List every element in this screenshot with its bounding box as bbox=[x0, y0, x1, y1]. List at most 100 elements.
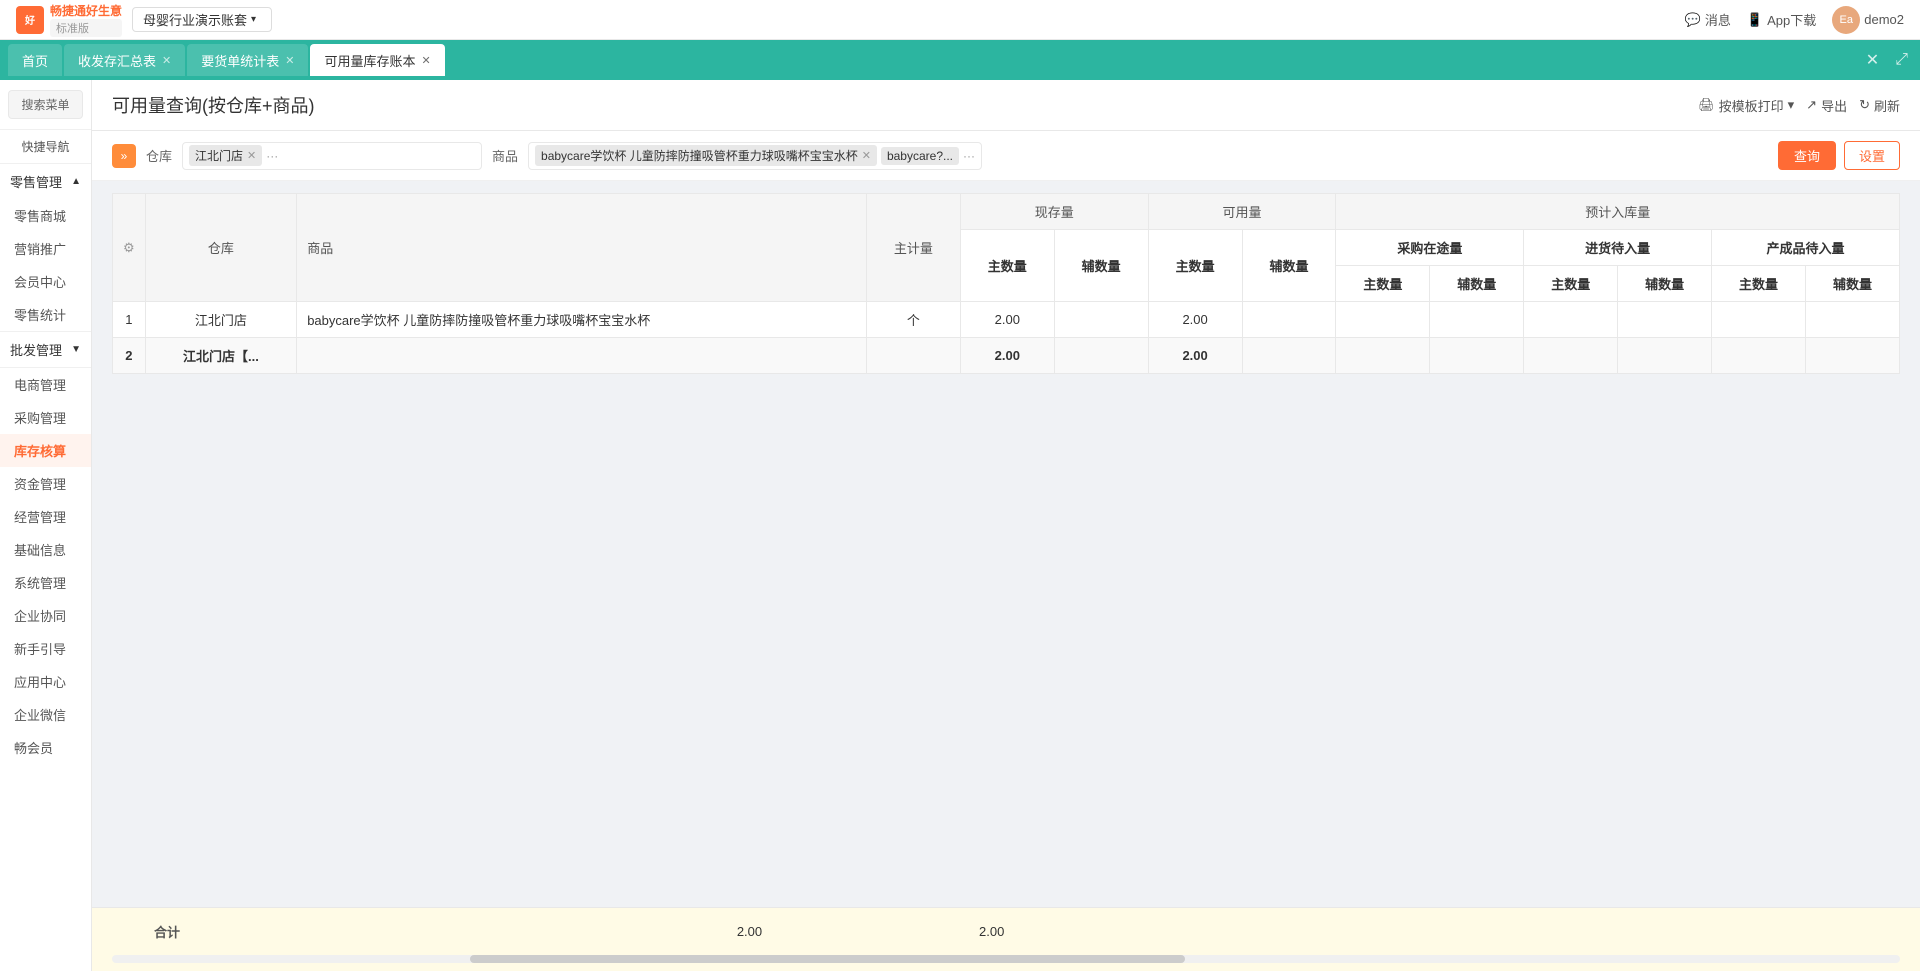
sidebar-item-zero-stats[interactable]: 零售统计 bbox=[0, 298, 91, 331]
sidebar-item-wholesale[interactable]: 批发管理 ▼ bbox=[0, 332, 91, 367]
footer-avail-main: 2.00 bbox=[931, 916, 1052, 947]
sidebar-item-basic[interactable]: 基础信息 bbox=[0, 533, 91, 566]
cell-pt-main bbox=[1336, 302, 1430, 338]
col-fp-main: 主数量 bbox=[1712, 266, 1806, 302]
refresh-icon: ↻ bbox=[1859, 97, 1870, 113]
cell-group-fp-aux bbox=[1805, 338, 1899, 374]
col-expected: 预计入库量 bbox=[1336, 194, 1900, 230]
sidebar-item-zero-mall[interactable]: 零售商城 bbox=[0, 199, 91, 232]
edition-badge: 标准版 bbox=[50, 19, 122, 37]
sidebar-item-purchase[interactable]: 采购管理 bbox=[0, 401, 91, 434]
cell-group-pt-aux bbox=[1430, 338, 1524, 374]
warehouse-filter-tags[interactable]: 江北门店 ✕ ··· bbox=[182, 142, 482, 170]
print-button[interactable]: 🖨 按模板打印 ▾ bbox=[1698, 96, 1794, 115]
sidebar-search-area: 搜索菜单 bbox=[0, 80, 91, 130]
tab-requisition-close[interactable]: ✕ bbox=[285, 54, 294, 67]
col-current-main: 主数量 bbox=[960, 230, 1054, 302]
sidebar-item-ecommerce[interactable]: 电商管理 bbox=[0, 368, 91, 401]
tab-home[interactable]: 首页 bbox=[8, 44, 62, 76]
user-menu[interactable]: Ea demo2 bbox=[1832, 6, 1904, 34]
col-warehouse: 仓库 bbox=[145, 194, 297, 302]
sidebar-item-inventory[interactable]: 库存核算 bbox=[0, 434, 91, 467]
page-title: 可用量查询(按仓库+商品) bbox=[112, 92, 315, 118]
data-table: ⚙ 仓库 商品 主计量 现存量 可用量 预计入库量 主数量 辅数量 主数量 辅数… bbox=[112, 193, 1900, 374]
table-group-row: 2 江北门店【... 2.00 2.00 bbox=[113, 338, 1900, 374]
cell-product: babycare学饮杯 儿童防摔防撞吸管杯重力球吸嘴杯宝宝水杯 bbox=[297, 302, 867, 338]
sidebar-item-appstore[interactable]: 应用中心 bbox=[0, 665, 91, 698]
tab-requisition[interactable]: 要货单统计表 ✕ bbox=[187, 44, 308, 76]
product-tag1-close[interactable]: ✕ bbox=[862, 149, 871, 162]
sidebar-item-zero-sales[interactable]: 零售管理 ▲ bbox=[0, 164, 91, 199]
tab-available[interactable]: 可用量库存账本 ✕ bbox=[310, 44, 444, 76]
logo-icon: 好 bbox=[16, 6, 44, 34]
industry-select[interactable]: 母婴行业演示账套 ▾ bbox=[132, 7, 272, 32]
warehouse-more-dots[interactable]: ··· bbox=[266, 149, 278, 163]
table-settings-icon[interactable]: ⚙ bbox=[123, 240, 135, 255]
cell-avail-main: 2.00 bbox=[1148, 302, 1242, 338]
col-incoming: 进货待入量 bbox=[1524, 230, 1712, 266]
page-header: 可用量查询(按仓库+商品) 🖨 按模板打印 ▾ ↗ 导出 ↻ 刷新 bbox=[92, 80, 1920, 131]
main-layout: 搜索菜单 快捷导航 零售管理 ▲ 零售商城 营销推广 会员中心 零售统计 批发管… bbox=[0, 80, 1920, 971]
warehouse-tag-close[interactable]: ✕ bbox=[247, 149, 256, 162]
tab-available-close[interactable]: ✕ bbox=[422, 54, 431, 67]
cell-group-in-aux bbox=[1618, 338, 1712, 374]
sidebar-item-vip[interactable]: 畅会员 bbox=[0, 731, 91, 764]
export-button[interactable]: ↗ 导出 bbox=[1806, 96, 1847, 115]
message-button[interactable]: 💬 消息 bbox=[1685, 10, 1731, 29]
cell-group-in-main bbox=[1524, 338, 1618, 374]
cell-group-avail-main: 2.00 bbox=[1148, 338, 1242, 374]
col-finished: 产成品待入量 bbox=[1712, 230, 1900, 266]
cell-in-aux bbox=[1618, 302, 1712, 338]
tab-receive[interactable]: 收发存汇总表 ✕ bbox=[64, 44, 185, 76]
quick-nav-button[interactable]: 快捷导航 bbox=[0, 130, 91, 164]
sidebar-item-member[interactable]: 会员中心 bbox=[0, 265, 91, 298]
sidebar-section-zero-sales: 零售管理 ▲ 零售商城 营销推广 会员中心 零售统计 bbox=[0, 164, 91, 332]
horizontal-scrollbar[interactable] bbox=[112, 955, 1900, 963]
product-filter-tags[interactable]: babycare学饮杯 儿童防摔防撞吸管杯重力球吸嘴杯宝宝水杯 ✕ babyca… bbox=[528, 142, 982, 170]
search-menu-button[interactable]: 搜索菜单 bbox=[8, 90, 83, 119]
tab-bar: 首页 收发存汇总表 ✕ 要货单统计表 ✕ 可用量库存账本 ✕ ✕ ⤢ bbox=[0, 40, 1920, 80]
export-icon: ↗ bbox=[1806, 97, 1817, 113]
top-bar-left: 好 畅捷通好生意 标准版 母婴行业演示账套 ▾ bbox=[16, 2, 272, 37]
refresh-button[interactable]: ↻ 刷新 bbox=[1859, 96, 1900, 115]
sidebar-item-finance[interactable]: 资金管理 bbox=[0, 467, 91, 500]
col-pt-aux: 辅数量 bbox=[1430, 266, 1524, 302]
print-icon: 🖨 bbox=[1698, 97, 1715, 113]
content-area: 可用量查询(按仓库+商品) 🖨 按模板打印 ▾ ↗ 导出 ↻ 刷新 » bbox=[92, 80, 1920, 971]
product-more-dots[interactable]: ··· bbox=[963, 149, 975, 163]
download-button[interactable]: 📱 App下载 bbox=[1747, 10, 1816, 29]
page-actions: 🖨 按模板打印 ▾ ↗ 导出 ↻ 刷新 bbox=[1698, 96, 1900, 115]
product-tag2: babycare?... bbox=[881, 147, 959, 165]
cell-current-main: 2.00 bbox=[960, 302, 1054, 338]
warehouse-tag: 江北门店 ✕ bbox=[189, 145, 262, 166]
col-purchase-transit: 采购在途量 bbox=[1336, 230, 1524, 266]
cell-pt-aux bbox=[1430, 302, 1524, 338]
sidebar-item-system[interactable]: 系统管理 bbox=[0, 566, 91, 599]
cell-warehouse: 江北门店 bbox=[145, 302, 297, 338]
tab-receive-close[interactable]: ✕ bbox=[162, 54, 171, 67]
sidebar-item-marketing[interactable]: 营销推广 bbox=[0, 232, 91, 265]
expand-filter-button[interactable]: » bbox=[112, 144, 136, 168]
cell-group-current-aux bbox=[1054, 338, 1148, 374]
cell-fp-main bbox=[1712, 302, 1806, 338]
product-label: 商品 bbox=[492, 146, 518, 165]
message-icon: 💬 bbox=[1685, 12, 1701, 28]
cell-group-pt-main bbox=[1336, 338, 1430, 374]
cell-group-index: 2 bbox=[113, 338, 146, 374]
table-footer: 合计 2.00 2.00 bbox=[92, 907, 1920, 971]
setting-button[interactable]: 设置 bbox=[1844, 141, 1900, 170]
tab-close-all-button[interactable]: ✕ bbox=[1862, 46, 1883, 74]
sidebar-item-guide[interactable]: 新手引导 bbox=[0, 632, 91, 665]
tab-maximize-button[interactable]: ⤢ bbox=[1891, 47, 1912, 73]
sidebar-item-operation[interactable]: 经营管理 bbox=[0, 500, 91, 533]
query-button[interactable]: 查询 bbox=[1778, 141, 1836, 170]
top-bar: 好 畅捷通好生意 标准版 母婴行业演示账套 ▾ 💬 消息 📱 App下载 Ea … bbox=[0, 0, 1920, 40]
filter-actions: 查询 设置 bbox=[1778, 141, 1900, 170]
col-avail-aux: 辅数量 bbox=[1242, 230, 1336, 302]
col-fp-aux: 辅数量 bbox=[1805, 266, 1899, 302]
sidebar-item-enterprise[interactable]: 企业协同 bbox=[0, 599, 91, 632]
col-unit: 主计量 bbox=[866, 194, 960, 302]
logo-text: 畅捷通好生意 标准版 bbox=[50, 2, 122, 37]
sidebar-item-wechat[interactable]: 企业微信 bbox=[0, 698, 91, 731]
cell-group-product bbox=[297, 338, 867, 374]
